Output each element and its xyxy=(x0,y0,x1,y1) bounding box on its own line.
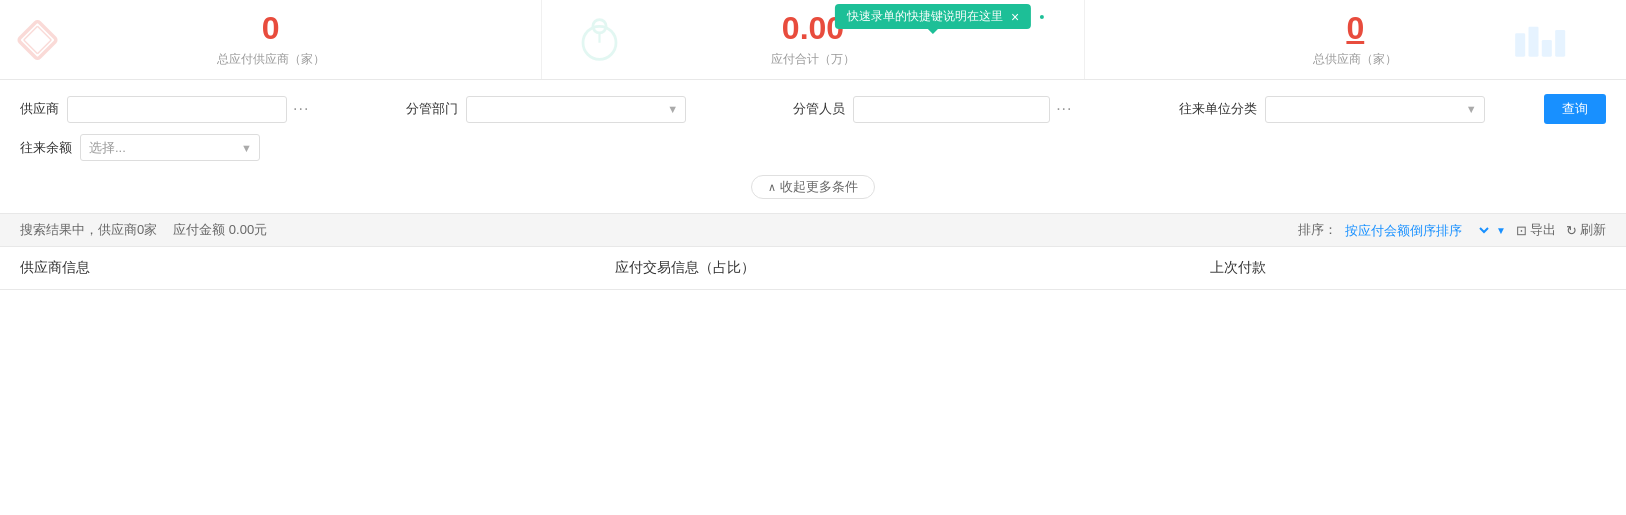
filter-item-balance: 往来余额 选择... ▼ xyxy=(20,134,1606,161)
quick-tip-tooltip: 快速录单的快捷键说明在这里 × xyxy=(835,4,1031,29)
query-button[interactable]: 查询 xyxy=(1544,94,1606,124)
stat-value-total-suppliers: 0 xyxy=(1346,11,1364,46)
stat-value-payable-suppliers: 0 xyxy=(262,11,280,46)
supplier-input-wrap: ··· xyxy=(67,96,373,123)
department-select-wrap: ▼ xyxy=(466,96,686,123)
table-col-supplier-info: 供应商信息 xyxy=(20,259,615,277)
filter-item-department: 分管部门 ▼ xyxy=(406,96,759,123)
sort-area: 排序： 按应付会额倒序排序 ▼ xyxy=(1298,221,1506,239)
svg-rect-11 xyxy=(1555,30,1565,57)
results-actions: 排序： 按应付会额倒序排序 ▼ ⊡ 导出 ↻ 刷新 xyxy=(1298,221,1606,239)
table-body xyxy=(0,290,1626,515)
refresh-button[interactable]: ↻ 刷新 xyxy=(1566,221,1606,239)
filter-row-2: 往来余额 选择... ▼ xyxy=(20,134,1606,161)
filter-item-category: 往来单位分类 ▼ xyxy=(1179,96,1532,123)
quick-tip-close-icon[interactable]: × xyxy=(1011,10,1019,24)
filter-section: 供应商 ··· 分管部门 ▼ 分管人员 ··· xyxy=(0,80,1626,214)
supplier-input[interactable] xyxy=(67,96,287,123)
person-input[interactable] xyxy=(853,96,1051,123)
results-count: 搜索结果中，供应商0家 xyxy=(20,221,157,239)
svg-rect-10 xyxy=(1542,40,1552,57)
collapse-button[interactable]: ∧ 收起更多条件 xyxy=(751,175,875,199)
export-label: 导出 xyxy=(1530,221,1556,239)
quick-tip-text: 快速录单的快捷键说明在这里 xyxy=(847,8,1003,25)
collapse-row: ∧ 收起更多条件 xyxy=(20,171,1606,205)
tip-dot xyxy=(1038,13,1046,21)
pig-icon xyxy=(572,12,627,67)
stat-total-payable-suppliers: 0 总应付供应商（家） xyxy=(0,0,542,79)
person-label: 分管人员 xyxy=(793,100,845,118)
export-icon: ⊡ xyxy=(1516,223,1527,238)
department-label: 分管部门 xyxy=(406,100,458,118)
category-select[interactable] xyxy=(1265,96,1485,123)
stat-label-payable-suppliers: 总应付供应商（家） xyxy=(217,51,325,68)
sort-select[interactable]: 按应付会额倒序排序 xyxy=(1341,222,1492,239)
refresh-icon: ↻ xyxy=(1566,223,1577,238)
filter-row-1: 供应商 ··· 分管部门 ▼ 分管人员 ··· xyxy=(20,94,1606,124)
table-header: 供应商信息 应付交易信息（占比） 上次付款 xyxy=(0,247,1626,290)
results-bar: 搜索结果中，供应商0家 应付金额 0.00元 排序： 按应付会额倒序排序 ▼ ⊡… xyxy=(0,214,1626,247)
refresh-label: 刷新 xyxy=(1580,221,1606,239)
table-col-transaction-info: 应付交易信息（占比） xyxy=(615,259,1210,277)
balance-label: 往来余额 xyxy=(20,139,72,157)
sort-chevron-icon: ▼ xyxy=(1496,225,1506,236)
export-button[interactable]: ⊡ 导出 xyxy=(1516,221,1556,239)
bars-icon xyxy=(1511,20,1566,60)
table-col-last-payment: 上次付款 xyxy=(1210,259,1607,277)
supplier-dots-btn[interactable]: ··· xyxy=(293,100,309,118)
svg-rect-9 xyxy=(1529,26,1539,56)
department-select[interactable] xyxy=(466,96,686,123)
stat-label-total-suppliers: 总供应商（家） xyxy=(1313,51,1397,68)
balance-select-wrap: 选择... ▼ xyxy=(80,134,260,161)
stat-total-suppliers: 0 总供应商（家） xyxy=(1085,0,1626,79)
filter-item-supplier: 供应商 ··· xyxy=(20,96,373,123)
diamond-icon xyxy=(10,12,65,67)
balance-select[interactable]: 选择... xyxy=(80,134,260,161)
person-input-wrap: ··· xyxy=(853,96,1073,123)
results-amount: 应付金额 0.00元 xyxy=(173,221,267,239)
category-select-wrap: ▼ xyxy=(1265,96,1485,123)
svg-rect-8 xyxy=(1515,33,1525,56)
collapse-label: 收起更多条件 xyxy=(780,178,858,196)
collapse-up-icon: ∧ xyxy=(768,181,776,194)
category-label: 往来单位分类 xyxy=(1179,100,1257,118)
filter-item-person: 分管人员 ··· xyxy=(793,96,1146,123)
stats-bar: 0 总应付供应商（家） 0.00 应付合计（万） 快速录单的快捷键说明在这里 ×… xyxy=(0,0,1626,80)
sort-label: 排序： xyxy=(1298,221,1337,239)
person-dots-btn[interactable]: ··· xyxy=(1056,100,1072,118)
supplier-label: 供应商 xyxy=(20,100,59,118)
results-summary: 搜索结果中，供应商0家 应付金额 0.00元 xyxy=(20,221,267,239)
stat-label-payable-total: 应付合计（万） xyxy=(771,51,855,68)
